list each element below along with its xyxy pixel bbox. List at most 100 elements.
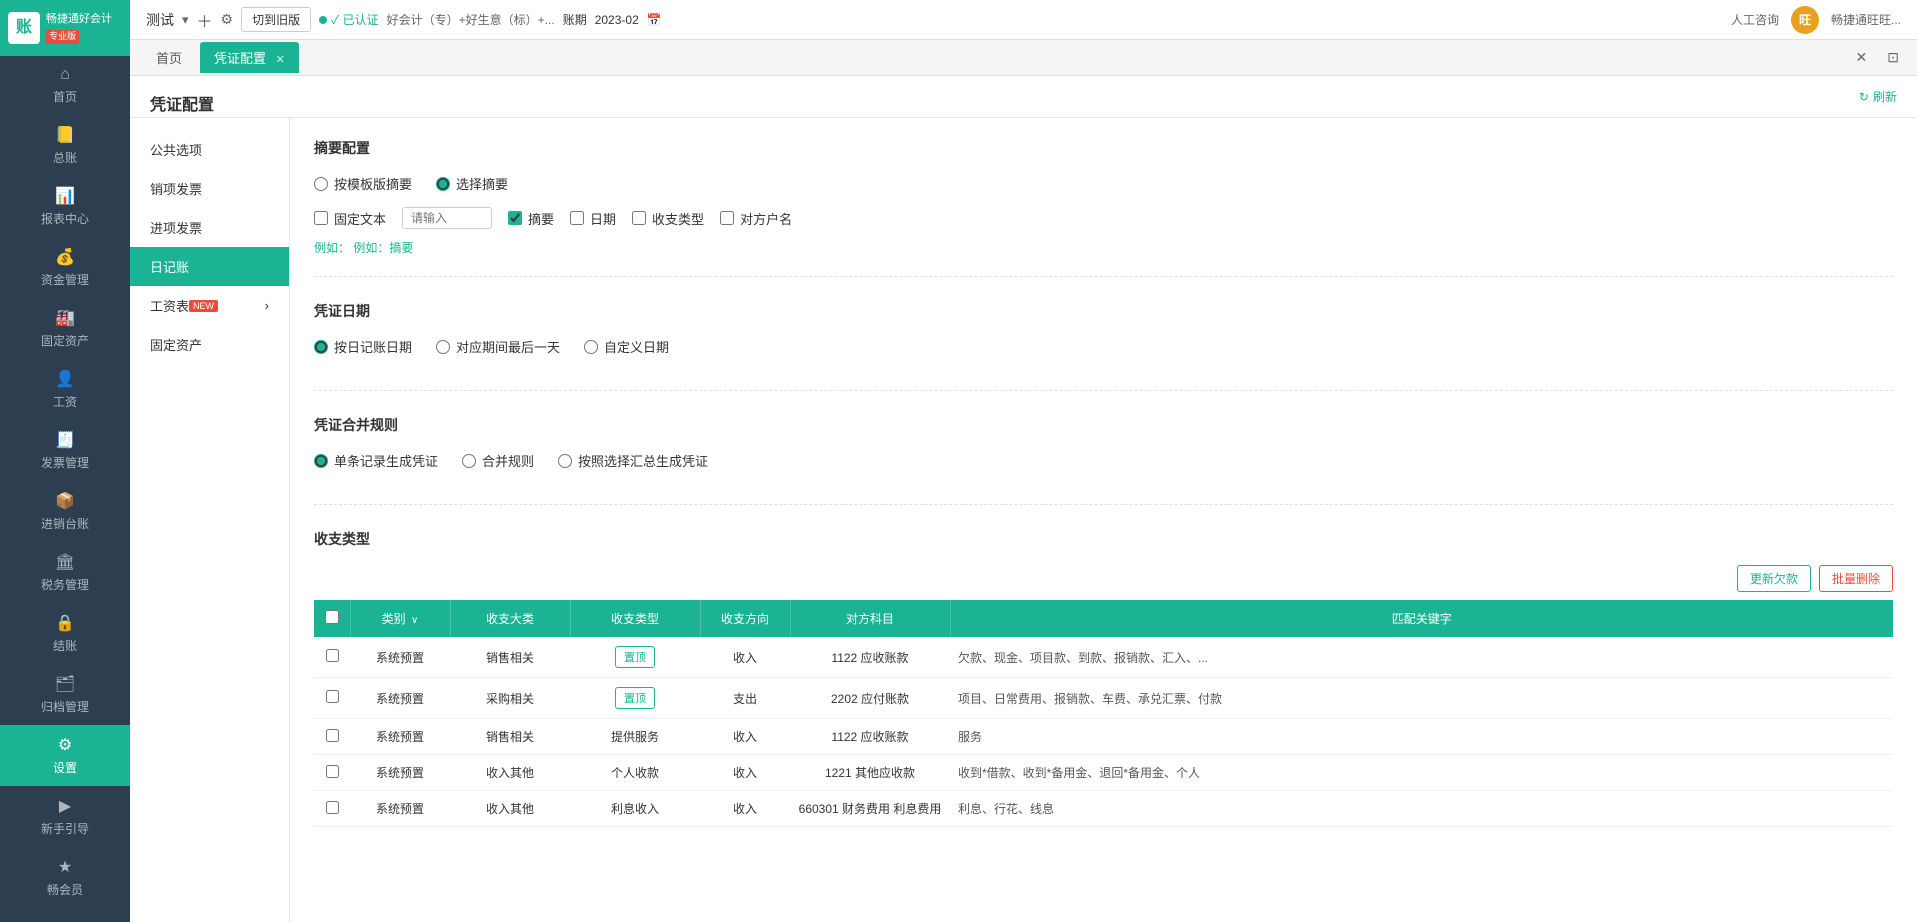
left-nav-purchase-invoice[interactable]: 进项发票 bbox=[130, 208, 289, 247]
income-expense-table: 类别 ∨ 收支大类 收支类型 收支方向 对方科目 匹配关键字 bbox=[314, 600, 1893, 827]
ledger-icon: 📒 bbox=[55, 125, 75, 145]
topbar-gear-btn[interactable]: ⚙ bbox=[221, 11, 234, 28]
sidebar-item-guide[interactable]: ▶ 新手引导 bbox=[0, 786, 130, 847]
sidebar-item-purchase-sales-label: 进销台账 bbox=[41, 515, 89, 532]
sidebar-item-invoice-mgmt[interactable]: 🧾 发票管理 bbox=[0, 420, 130, 481]
sidebar-item-home-label: 首页 bbox=[53, 88, 77, 105]
checkbox-income-expense-input[interactable] bbox=[632, 211, 646, 225]
left-nav-salary[interactable]: 工资表 NEW › bbox=[130, 286, 289, 325]
row-keywords: 服务 bbox=[950, 719, 1893, 755]
switch-old-version-btn[interactable]: 切到旧版 bbox=[241, 7, 311, 32]
row-direction: 收入 bbox=[700, 791, 790, 827]
voucher-date-journal-input[interactable] bbox=[314, 340, 328, 354]
voucher-date-radio-custom[interactable]: 自定义日期 bbox=[584, 337, 669, 356]
summary-radio-select[interactable]: 选择摘要 bbox=[436, 174, 508, 193]
row-account: 2202 应付账款 bbox=[790, 678, 950, 719]
row-checkbox-cell bbox=[314, 755, 350, 791]
merge-single-input[interactable] bbox=[314, 454, 328, 468]
certified-dot bbox=[319, 16, 327, 24]
topbar: 测试 ▾ ＋ ⚙ 切到旧版 ✓ 已认证 好会计（专）+好生意（标）+... 账期… bbox=[130, 0, 1917, 40]
income-expense-section: 收支类型 更新欠款 批量删除 类别 bbox=[314, 529, 1893, 847]
merge-radio-summary[interactable]: 按照选择汇总生成凭证 bbox=[558, 451, 708, 470]
logo-text: 畅捷通好会计 专业版 bbox=[46, 12, 112, 43]
sidebar-item-fixed-assets[interactable]: 🏭 固定资产 bbox=[0, 298, 130, 359]
sidebar-item-salary[interactable]: 👤 工资 bbox=[0, 359, 130, 420]
row-checkbox[interactable] bbox=[326, 690, 339, 703]
merge-rules-title: 凭证合并规则 bbox=[314, 415, 1893, 435]
merge-summary-input[interactable] bbox=[558, 454, 572, 468]
summary-radio-select-input[interactable] bbox=[436, 177, 450, 191]
sidebar-item-archive[interactable]: 🗂 归档管理 bbox=[0, 664, 130, 725]
tab-minimize-btn[interactable]: ✕ bbox=[1850, 47, 1874, 68]
user-avatar[interactable]: 旺 bbox=[1791, 6, 1819, 34]
checkbox-fixed-text[interactable]: 固定文本 bbox=[314, 209, 386, 228]
checkbox-counterpart-input[interactable] bbox=[720, 211, 734, 225]
row-category: 系统预置 bbox=[350, 755, 450, 791]
row-checkbox[interactable] bbox=[326, 765, 339, 778]
row-subtype: 利息收入 bbox=[570, 791, 700, 827]
purchase-sales-icon: 📦 bbox=[55, 491, 75, 511]
row-checkbox[interactable] bbox=[326, 801, 339, 814]
sidebar-item-general-ledger[interactable]: 📒 总账 bbox=[0, 115, 130, 176]
right-content: 摘要配置 按模板版摘要 选择摘要 bbox=[290, 118, 1917, 922]
row-category: 系统预置 bbox=[350, 678, 450, 719]
tab-home[interactable]: 首页 bbox=[142, 42, 196, 73]
sidebar-item-reports[interactable]: 📊 报表中心 bbox=[0, 176, 130, 237]
tab-close-btn[interactable]: ✕ bbox=[276, 54, 285, 66]
fixed-text-input[interactable] bbox=[402, 207, 492, 229]
table-row: 系统预置 收入其他 利息收入 收入 660301 财务费用 利息费用 利息、行花… bbox=[314, 791, 1893, 827]
voucher-date-period-last-input[interactable] bbox=[436, 340, 450, 354]
sidebar-item-fixed-assets-label: 固定资产 bbox=[41, 332, 89, 349]
sidebar-item-tax[interactable]: 🏛 税务管理 bbox=[0, 542, 130, 603]
checkbox-counterpart-name[interactable]: 对方户名 bbox=[720, 209, 792, 228]
voucher-date-radio-period-last[interactable]: 对应期间最后一天 bbox=[436, 337, 560, 356]
summary-radio-template[interactable]: 按模板版摘要 bbox=[314, 174, 412, 193]
accounting-info: 好会计（专）+好生意（标）+... bbox=[387, 11, 555, 28]
summary-config-title: 摘要配置 bbox=[314, 138, 1893, 158]
sidebar-item-funds[interactable]: 💰 资金管理 bbox=[0, 237, 130, 298]
topbar-dropdown-arrow[interactable]: ▾ bbox=[182, 12, 189, 28]
left-nav-fixed-assets[interactable]: 固定资产 bbox=[130, 325, 289, 364]
checkbox-fixed-text-input[interactable] bbox=[314, 211, 328, 225]
checkbox-income-expense-type[interactable]: 收支类型 bbox=[632, 209, 704, 228]
checkbox-summary-input[interactable] bbox=[508, 211, 522, 225]
batch-delete-btn[interactable]: 批量删除 bbox=[1819, 565, 1893, 592]
row-keywords: 利息、行花、线息 bbox=[950, 791, 1893, 827]
select-all-checkbox[interactable] bbox=[325, 610, 339, 624]
voucher-date-custom-input[interactable] bbox=[584, 340, 598, 354]
merge-radio-merge[interactable]: 合并规则 bbox=[462, 451, 534, 470]
checkbox-date[interactable]: 日期 bbox=[570, 209, 616, 228]
left-nav-public[interactable]: 公共选项 bbox=[130, 130, 289, 169]
income-expense-title: 收支类型 bbox=[314, 529, 1893, 549]
sort-arrow-category[interactable]: ∨ bbox=[411, 615, 418, 626]
checkbox-summary[interactable]: 摘要 bbox=[508, 209, 554, 228]
row-major: 采购相关 bbox=[450, 678, 570, 719]
update-btn[interactable]: 更新欠款 bbox=[1737, 565, 1811, 592]
top-badge[interactable]: 置顶 bbox=[615, 687, 655, 709]
merge-radio-single[interactable]: 单条记录生成凭证 bbox=[314, 451, 438, 470]
sidebar-item-home[interactable]: ⌂ 首页 bbox=[0, 56, 130, 115]
row-keywords: 项目、日常费用、报销款、车费、承兑汇票、付款 bbox=[950, 678, 1893, 719]
sidebar-item-purchase-sales[interactable]: 📦 进销台账 bbox=[0, 481, 130, 542]
tab-voucher-config[interactable]: 凭证配置 ✕ bbox=[200, 42, 299, 73]
salary-icon: 👤 bbox=[55, 369, 75, 389]
user-name: 畅捷通旺旺... bbox=[1831, 11, 1901, 28]
left-nav-sales-invoice[interactable]: 销项发票 bbox=[130, 169, 289, 208]
row-checkbox[interactable] bbox=[326, 729, 339, 742]
merge-merge-input[interactable] bbox=[462, 454, 476, 468]
calendar-icon[interactable]: 📅 bbox=[647, 13, 662, 27]
sidebar-item-settings[interactable]: ⚙ 设置 bbox=[0, 725, 130, 786]
sidebar-item-closing[interactable]: 🔒 结账 bbox=[0, 603, 130, 664]
sidebar-item-closing-label: 结账 bbox=[53, 637, 77, 654]
topbar-add-btn[interactable]: ＋ bbox=[197, 8, 213, 32]
top-badge[interactable]: 置顶 bbox=[615, 646, 655, 668]
refresh-btn[interactable]: ↻ 刷新 bbox=[1859, 88, 1897, 117]
tab-maximize-btn[interactable]: ⊡ bbox=[1881, 47, 1905, 68]
row-checkbox[interactable] bbox=[326, 649, 339, 662]
sidebar-item-member[interactable]: ★ 畅会员 bbox=[0, 847, 130, 908]
checkbox-date-input[interactable] bbox=[570, 211, 584, 225]
voucher-date-radio-journal[interactable]: 按日记账日期 bbox=[314, 337, 412, 356]
customer-service-btn[interactable]: 人工咨询 bbox=[1731, 11, 1779, 28]
summary-radio-template-input[interactable] bbox=[314, 177, 328, 191]
left-nav-journal[interactable]: 日记账 bbox=[130, 247, 289, 286]
